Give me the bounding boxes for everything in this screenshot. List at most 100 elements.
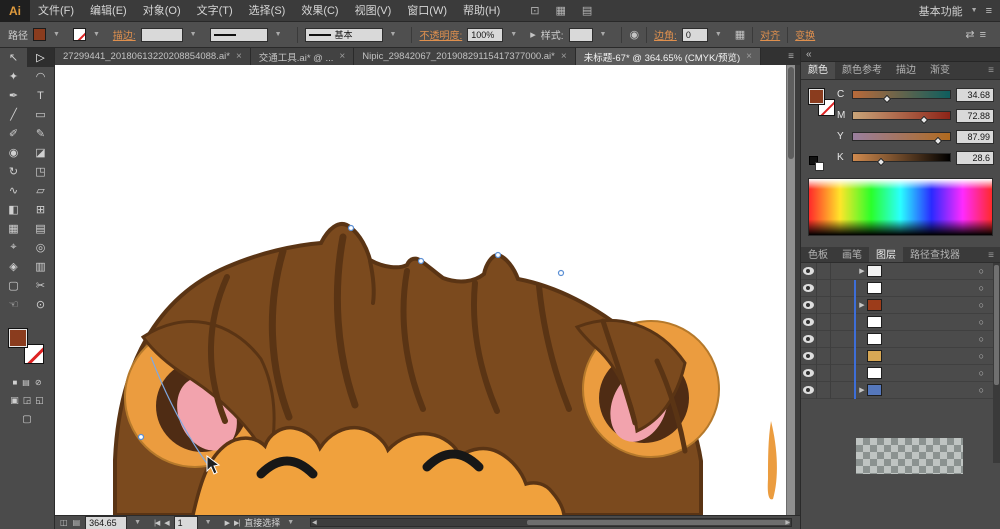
eraser-tool[interactable]: ◪ — [27, 143, 54, 162]
tab-图层[interactable]: 图层 — [869, 247, 903, 262]
menubar-item-4[interactable]: 选择(S) — [241, 0, 294, 22]
target-circle-icon[interactable]: ○ — [979, 351, 984, 361]
expand-icon[interactable]: ▶ — [857, 301, 867, 309]
visibility-cell[interactable] — [801, 331, 817, 348]
opacity-link[interactable]: 不透明度: — [419, 27, 462, 42]
rotate-tool[interactable]: ↻ — [0, 162, 27, 181]
menubar-item-1[interactable]: 编辑(E) — [82, 0, 135, 22]
slice-tool[interactable]: ✂ — [27, 276, 54, 295]
layer-thumbnail[interactable] — [867, 299, 882, 311]
fill-dropdown-icon[interactable]: ▼ — [53, 31, 60, 38]
target-circle-icon[interactable]: ○ — [979, 266, 984, 276]
layer-thumbnail[interactable] — [867, 316, 882, 328]
lock-cell[interactable] — [817, 280, 831, 297]
free-transform-tool[interactable]: ▱ — [27, 181, 54, 200]
menubar-item-6[interactable]: 视图(V) — [347, 0, 400, 22]
controlbar-menu-icon[interactable]: ≡ — [980, 29, 986, 41]
artboard-dropdown-icon[interactable]: ▼ — [205, 519, 212, 526]
status-icon-1[interactable]: ◫ — [60, 518, 68, 527]
zoom-tool[interactable]: ⊙ — [27, 295, 54, 314]
layer-row-1[interactable]: ○ — [801, 280, 1000, 297]
eye-icon[interactable] — [803, 284, 814, 292]
variable-width-profile[interactable] — [210, 28, 268, 42]
tab-渐变[interactable]: 渐变 — [923, 62, 957, 79]
document-tab-3[interactable]: 未标题-67* @ 364.65% (CMYK/预览)× — [576, 48, 761, 65]
lock-cell[interactable] — [817, 263, 831, 280]
last-artboard-icon[interactable]: ▶| — [234, 519, 239, 527]
screen-mode-icon[interactable]: ▢ — [22, 414, 31, 425]
scale-tool[interactable]: ◳ — [27, 162, 54, 181]
transform-link[interactable]: 变换 — [795, 27, 815, 42]
profile-dropdown-icon[interactable]: ▼ — [275, 31, 282, 38]
eye-icon[interactable] — [803, 352, 814, 360]
document-tab-1[interactable]: 交通工具.ai* @ ...× — [251, 48, 354, 65]
style-field[interactable] — [569, 28, 593, 42]
channel-slider[interactable] — [852, 132, 951, 141]
menubar-item-5[interactable]: 效果(C) — [293, 0, 346, 22]
channel-value-field[interactable]: 87.99 — [956, 130, 994, 144]
menu-panel-icon[interactable]: ≡ — [986, 5, 992, 17]
menubar-item-3[interactable]: 文字(T) — [189, 0, 241, 22]
tab-描边[interactable]: 描边 — [889, 62, 923, 79]
menubar-item-7[interactable]: 窗口(W) — [399, 0, 455, 22]
visibility-cell[interactable] — [801, 348, 817, 365]
none-mode-icon[interactable]: ⊘ — [35, 378, 42, 387]
layers-scrollbar[interactable] — [993, 263, 1000, 463]
layer-row-5[interactable]: ○ — [801, 348, 1000, 365]
slider-handle[interactable] — [920, 116, 928, 124]
paintbrush-tool[interactable]: ✐ — [0, 124, 27, 143]
horizontal-scroll-thumb[interactable] — [527, 520, 790, 525]
target-circle-icon[interactable]: ○ — [979, 283, 984, 293]
channel-slider[interactable] — [852, 111, 951, 120]
target-circle-icon[interactable]: ○ — [979, 300, 984, 310]
slider-handle[interactable] — [934, 137, 942, 145]
prev-artboard-icon[interactable]: ◀ — [164, 519, 168, 527]
layer-thumbnail[interactable] — [867, 367, 882, 379]
color-spectrum[interactable] — [808, 178, 993, 236]
layers-scroll-thumb[interactable] — [994, 265, 999, 385]
panel-arrow-icon[interactable]: ▸ — [530, 28, 536, 41]
lock-cell[interactable] — [817, 348, 831, 365]
visibility-cell[interactable] — [801, 382, 817, 399]
eye-icon[interactable] — [803, 386, 814, 394]
bridge-icon[interactable]: ⊡ — [530, 4, 539, 17]
lasso-tool[interactable]: ◠ — [27, 67, 54, 86]
layer-row-2[interactable]: ▶○ — [801, 297, 1000, 314]
channel-slider[interactable] — [852, 153, 951, 162]
document-tab-0[interactable]: 27299441_20180613220208854088.ai*× — [55, 48, 251, 65]
zoom-dropdown-icon[interactable]: ▼ — [134, 519, 141, 526]
collapse-panels-icon[interactable]: « — [806, 49, 812, 60]
gradient-tool[interactable]: ▤ — [27, 219, 54, 238]
direct-selection-tool[interactable]: ▷ — [27, 48, 54, 67]
channel-value-field[interactable]: 28.6 — [956, 151, 994, 165]
corner-dropdown-icon[interactable]: ▼ — [715, 31, 722, 38]
document-canvas[interactable] — [55, 65, 795, 515]
blend-tool[interactable]: ◎ — [27, 238, 54, 257]
layer-thumbnail[interactable] — [867, 333, 882, 345]
layer-thumbnail[interactable] — [867, 282, 882, 294]
stroke-weight-dropdown-icon[interactable]: ▼ — [190, 31, 197, 38]
expand-icon[interactable]: ▶ — [857, 267, 867, 275]
target-circle-icon[interactable]: ○ — [979, 368, 984, 378]
channel-slider[interactable] — [852, 90, 951, 99]
draw-normal-icon[interactable]: ▣ — [10, 395, 19, 406]
scroll-left-icon[interactable]: ◀ — [312, 519, 317, 527]
eye-icon[interactable] — [803, 267, 814, 275]
gradient-mode-icon[interactable]: ▤ — [22, 378, 30, 387]
current-tool-label[interactable]: 直接选择 — [244, 516, 280, 529]
white-swatch[interactable] — [815, 162, 824, 171]
tab-路径查找器[interactable]: 路径查找器 — [903, 247, 967, 262]
arrange-documents-icon[interactable]: ▦ — [556, 4, 566, 17]
stroke-weight-field[interactable] — [141, 28, 183, 42]
stroke-link[interactable]: 描边: — [113, 27, 136, 42]
opacity-dropdown-icon[interactable]: ▼ — [510, 31, 517, 38]
style-dropdown-icon[interactable]: ▼ — [600, 31, 607, 38]
toolbar-fill-swatch[interactable] — [8, 328, 28, 348]
recolor-artwork-icon[interactable]: ◉ — [629, 28, 639, 41]
workspace-switcher[interactable]: 基本功能 — [919, 3, 963, 19]
visibility-cell[interactable] — [801, 263, 817, 280]
layer-row-6[interactable]: ○ — [801, 365, 1000, 382]
type-tool[interactable]: T — [27, 86, 54, 105]
visibility-cell[interactable] — [801, 297, 817, 314]
layer-thumbnail[interactable] — [867, 350, 882, 362]
